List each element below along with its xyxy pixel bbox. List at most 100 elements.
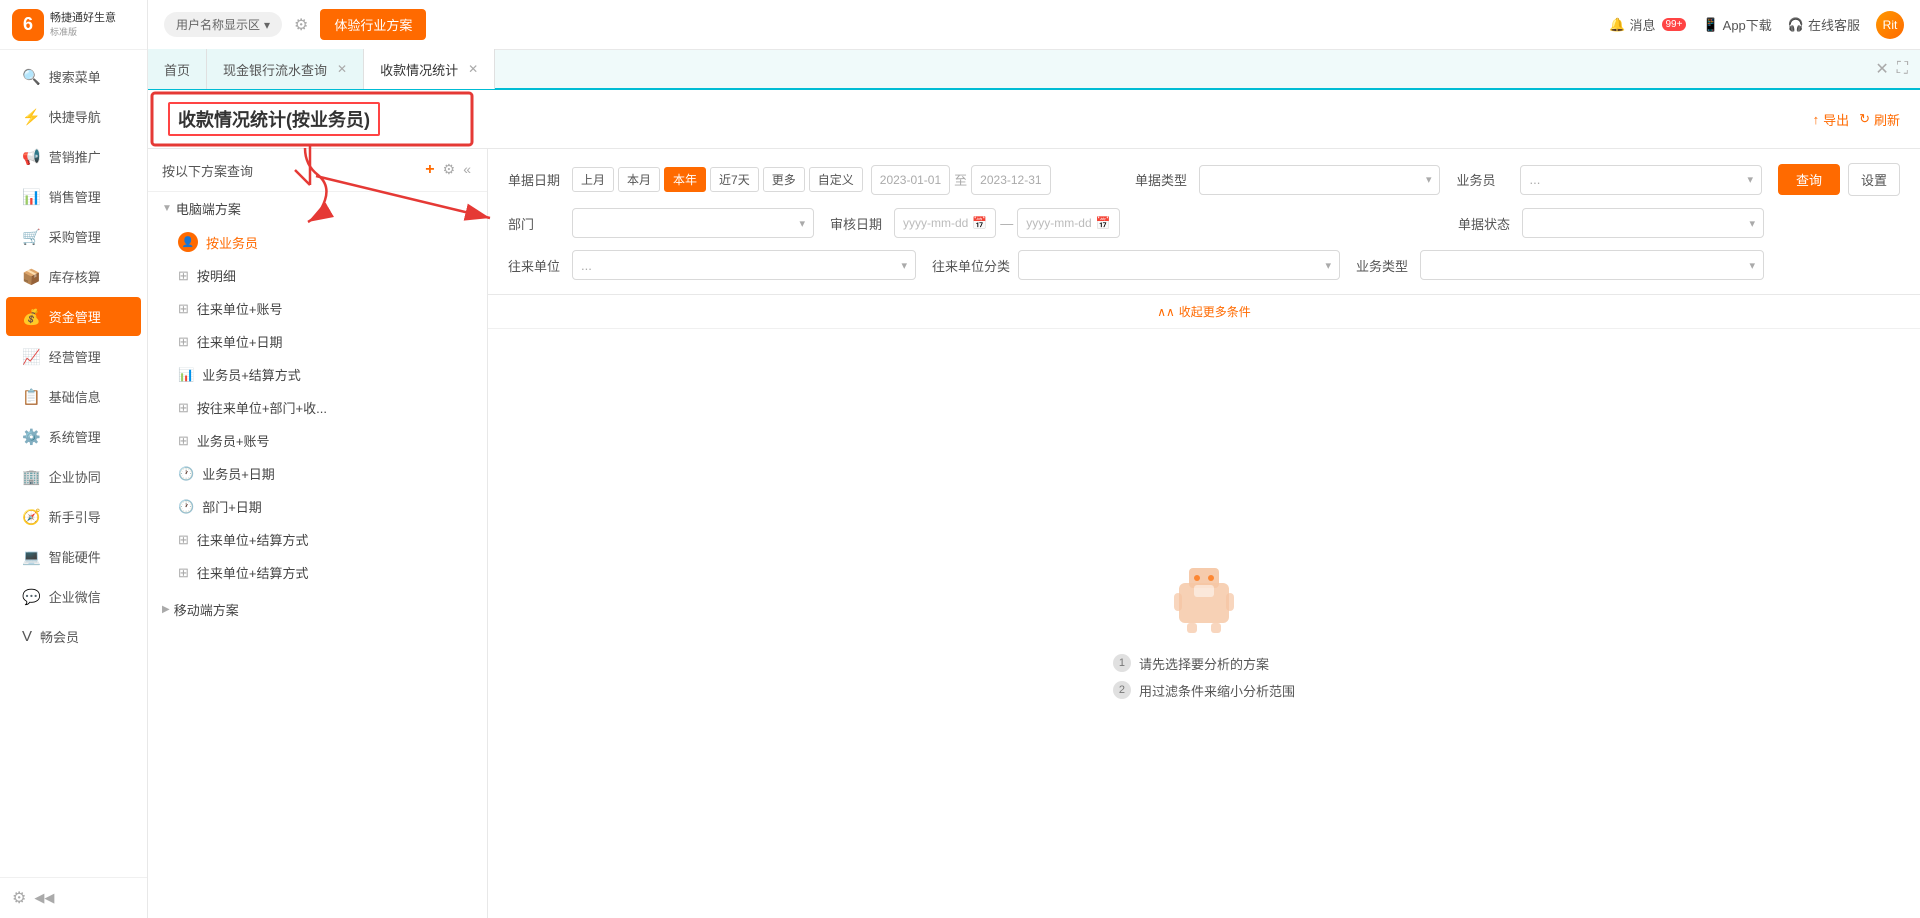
dept-arrow: ▾ [799,217,805,230]
scheme-by-dept-date[interactable]: 🕐 部门+日期 [164,490,487,523]
tab-bank-flow-close[interactable]: ✕ [337,62,347,76]
sidebar-item-finance[interactable]: 💰 资金管理 [6,297,141,336]
refresh-button[interactable]: ↻ 刷新 [1859,110,1900,129]
sidebar-item-marketing[interactable]: 📢 营销推广 [6,137,141,176]
download-icon: 📱 [1702,17,1718,33]
shortcut-this-month[interactable]: 本月 [618,167,660,192]
scheme-settings-btn[interactable]: ⚙ [441,159,458,181]
partner-field: 往来单位 ... ▾ [508,250,916,280]
enterprise-icon: 🏢 [22,468,41,486]
sidebar-item-hardware[interactable]: 💻 智能硬件 [6,537,141,576]
header-gear-icon[interactable]: ⚙ [294,15,308,35]
scheme-by-detail[interactable]: ⊞ 按明细 [164,259,487,292]
scheme-by-unit-dept[interactable]: ⊞ 按往来单位+部门+收... [164,391,487,424]
doc-status-input[interactable]: ▾ [1522,208,1764,238]
query-button[interactable]: 查询 [1778,164,1840,195]
grid-icon-5: ⊞ [178,433,189,449]
scheme-by-salesperson-settlement[interactable]: 📊 业务员+结算方式 [164,358,487,391]
doc-type-arrow: ▾ [1426,173,1432,186]
shortcut-more[interactable]: 更多 [763,167,805,192]
collapse-sidebar-icon[interactable]: ◀◀ [34,890,54,906]
app-download-btn[interactable]: 📱 App下载 [1702,15,1771,34]
date-end-input[interactable]: 2023-12-31 [971,165,1050,195]
inventory-icon: 📦 [22,268,41,286]
clock-icon-1: 🕐 [178,466,194,482]
tab-home[interactable]: 首页 [148,49,207,89]
shortcut-custom[interactable]: 自定义 [809,167,863,192]
active-scheme-dot: 👤 [178,232,198,252]
tab-bank-flow[interactable]: 现金银行流水查询 ✕ [207,49,364,89]
calendar-icon-1: 📅 [972,216,987,230]
sidebar-item-quick-nav[interactable]: ⚡ 快捷导航 [6,97,141,136]
tab-bar-actions: ✕ ⛶ [1875,59,1920,79]
expand-arrow-right: ▶ [162,604,170,615]
desktop-scheme-group[interactable]: ▼ 电脑端方案 [148,192,487,225]
review-date-start[interactable]: yyyy-mm-dd 📅 [894,208,996,238]
shortcut-last-month[interactable]: 上月 [572,167,614,192]
close-all-tabs-icon[interactable]: ✕ [1875,59,1888,79]
guide-icon: 🧭 [22,508,41,526]
sidebar-item-basic[interactable]: 📋 基础信息 [6,377,141,416]
scheme-by-unit-settlement2[interactable]: ⊞ 往来单位+结算方式 [164,556,487,589]
expand-tab-icon[interactable]: ⛶ [1897,60,1908,78]
scheme-by-salesperson-date[interactable]: 🕐 业务员+日期 [164,457,487,490]
date-range: 2023-01-01 至 2023-12-31 [871,165,1119,195]
shortcut-this-year[interactable]: 本年 [664,167,706,192]
sidebar-item-guide[interactable]: 🧭 新手引导 [6,497,141,536]
sidebar-item-enterprise[interactable]: 🏢 企业协同 [6,457,141,496]
search-area: 单据日期 上月 本月 本年 近7天 更多 自定义 [488,149,1920,295]
sidebar-item-search-menu[interactable]: 🔍 搜索菜单 [6,57,141,96]
tab-collection-stat-close[interactable]: ✕ [468,62,478,76]
export-button[interactable]: ↑ 导出 [1813,110,1850,129]
partner-input[interactable]: ... ▾ [572,250,916,280]
sidebar-item-wechat[interactable]: 💬 企业微信 [6,577,141,616]
grid-icon-1: ⊞ [178,268,189,284]
search-actions: 查询 设置 [1778,163,1900,196]
tab-collection-stat[interactable]: 收款情况统计 ✕ [364,49,495,89]
page-header: 收款情况统计(按业务员) ↑ 导出 ↻ 刷新 [148,90,1920,149]
sidebar-item-member[interactable]: V 畅会员 [6,617,141,656]
notifications-btn[interactable]: 🔔 消息 99+ [1609,15,1686,34]
dept-input[interactable]: ▾ [572,208,814,238]
business-type-input[interactable]: ▾ [1420,250,1764,280]
user-avatar[interactable]: Rit [1876,11,1904,39]
date-start-input[interactable]: 2023-01-01 [871,165,950,195]
collapse-panel-btn[interactable]: « [461,159,473,181]
shortcut-7days[interactable]: 近7天 [710,167,759,192]
doc-type-field: 单据类型 ▾ [1135,165,1441,195]
grid-icon-3: ⊞ [178,334,189,350]
salesperson-dots: ... [1529,172,1540,187]
review-date-range: yyyy-mm-dd 📅 — yyyy-mm-dd 📅 [894,208,1442,238]
settings-button[interactable]: 设置 [1848,163,1900,196]
trial-button[interactable]: 体验行业方案 [320,9,426,40]
collapse-more-btn[interactable]: ∧∧ 收起更多条件 [488,295,1920,329]
sidebar-item-system[interactable]: ⚙️ 系统管理 [6,417,141,456]
sidebar-footer: ⚙ ◀◀ [0,877,147,918]
online-service-btn[interactable]: 🎧 在线客服 [1788,15,1860,34]
date-field: 单据日期 上月 本月 本年 近7天 更多 自定义 [508,165,1119,195]
business-type-label: 业务类型 [1356,256,1412,275]
quick-nav-icon: ⚡ [22,108,41,126]
partner-category-input[interactable]: ▾ [1018,250,1340,280]
sidebar-item-inventory[interactable]: 📦 库存核算 [6,257,141,296]
review-date-end[interactable]: yyyy-mm-dd 📅 [1017,208,1119,238]
scheme-by-salesperson-account[interactable]: ⊞ 业务员+账号 [164,424,487,457]
sidebar-item-sales[interactable]: 📊 销售管理 [6,177,141,216]
settings-icon[interactable]: ⚙ [12,888,26,908]
date-shortcuts: 上月 本月 本年 近7天 更多 自定义 [572,167,863,192]
scheme-by-unit-date[interactable]: ⊞ 往来单位+日期 [164,325,487,358]
sidebar-item-operation[interactable]: 📈 经营管理 [6,337,141,376]
scheme-by-unit-account[interactable]: ⊞ 往来单位+账号 [164,292,487,325]
mobile-scheme-group[interactable]: ▶ 移动端方案 [148,593,487,626]
doc-type-input[interactable]: ▾ [1199,165,1441,195]
breadcrumb-chevron: ▾ [264,18,270,32]
scheme-by-salesperson[interactable]: 👤 按业务员 [164,225,487,259]
sidebar-item-purchase[interactable]: 🛒 采购管理 [6,217,141,256]
scheme-by-unit-settlement1[interactable]: ⊞ 往来单位+结算方式 [164,523,487,556]
salesperson-input[interactable]: ... ▾ [1520,165,1762,195]
dept-label: 部门 [508,214,564,233]
marketing-icon: 📢 [22,148,41,166]
add-scheme-btn[interactable]: + [423,159,436,181]
finance-icon: 💰 [22,308,41,326]
doc-status-label: 单据状态 [1458,214,1514,233]
